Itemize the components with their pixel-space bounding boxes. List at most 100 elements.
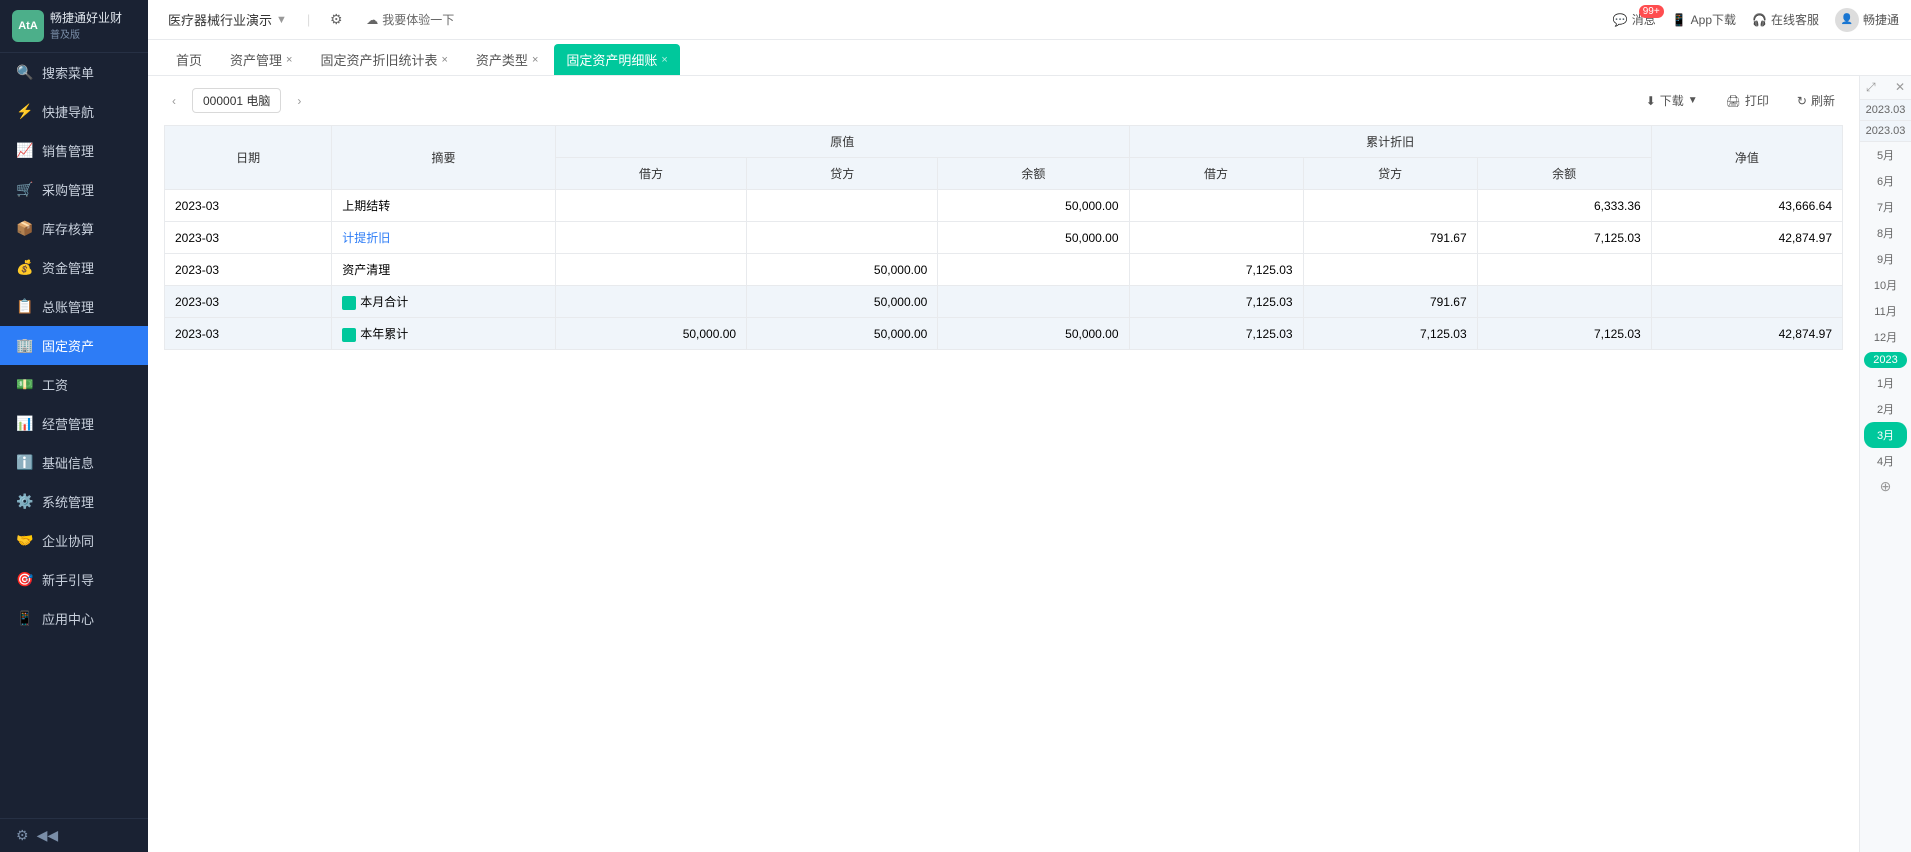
cell-orig-credit: 50,000.00 <box>747 286 938 318</box>
collapse-icon[interactable]: ◀◀ <box>37 827 59 844</box>
tab-asset-detail[interactable]: 固定资产明细账 × <box>554 44 679 75</box>
table-row: 2023-03 本年累计 50,000.00 50,000.00 50,000.… <box>165 318 1843 350</box>
tab-close-asset-type[interactable]: × <box>532 54 538 66</box>
tab-close-depreciation[interactable]: × <box>441 54 447 66</box>
tab-close-asset-detail[interactable]: × <box>661 54 667 66</box>
tab-depreciation[interactable]: 固定资产折旧统计表 × <box>308 44 459 75</box>
timeline-month-9[interactable]: 9月 <box>1860 246 1911 272</box>
cell-orig-debit <box>555 190 746 222</box>
panel-expand-icon[interactable]: ⤢ <box>1866 80 1876 95</box>
sidebar-item-ops[interactable]: 📊 经营管理 <box>0 404 148 443</box>
cart-icon: 🛒 <box>16 181 34 199</box>
sidebar-item-basic[interactable]: ℹ️ 基础信息 <box>0 443 148 482</box>
timeline-month-6[interactable]: 6月 <box>1860 168 1911 194</box>
cell-summary: 计提折旧 <box>332 222 556 254</box>
timeline-month-4[interactable]: 4月 <box>1860 448 1911 474</box>
cell-orig-credit <box>747 222 938 254</box>
tab-close-asset-mgmt[interactable]: × <box>286 54 292 66</box>
sidebar-item-apps[interactable]: 📱 应用中心 <box>0 599 148 638</box>
timeline-month-8[interactable]: 8月 <box>1860 220 1911 246</box>
topbar-right: 💬 消息 99+ 📱 App下载 🎧 在线客服 👤 畅捷通 <box>1613 8 1899 32</box>
handshake-icon: 🤝 <box>16 532 34 550</box>
search-icon: 🔍 <box>16 64 34 82</box>
print-button[interactable]: 🖨 打印 <box>1718 88 1777 113</box>
timeline-header2: 2023.03 <box>1860 121 1911 142</box>
cell-accum-balance: 6,333.36 <box>1477 190 1651 222</box>
company-selector[interactable]: 医疗器械行业演示 ▼ <box>160 6 295 33</box>
sidebar-item-inventory[interactable]: 📦 库存核算 <box>0 209 148 248</box>
next-asset-button[interactable]: › <box>289 91 309 111</box>
timeline-month-1[interactable]: 1月 <box>1860 370 1911 396</box>
timeline-month-10[interactable]: 10月 <box>1860 272 1911 298</box>
cell-accum-balance: 7,125.03 <box>1477 318 1651 350</box>
messages-button[interactable]: 💬 消息 99+ <box>1613 11 1656 28</box>
prev-asset-button[interactable]: ‹ <box>164 91 184 111</box>
sidebar-item-payroll[interactable]: 💵 工资 <box>0 365 148 404</box>
cell-accum-balance <box>1477 254 1651 286</box>
ledger-icon: 📋 <box>16 298 34 316</box>
sidebar-item-search[interactable]: 🔍 搜索菜单 <box>0 53 148 92</box>
building-icon: 🏢 <box>16 337 34 355</box>
sidebar-item-finance[interactable]: 💰 资金管理 <box>0 248 148 287</box>
cell-accum-credit <box>1303 190 1477 222</box>
cell-date: 2023-03 <box>165 190 332 222</box>
download-button[interactable]: ⬇ 下载 ▼ <box>1638 88 1706 113</box>
sidebar-item-sales[interactable]: 📈 销售管理 <box>0 131 148 170</box>
sidebar-logo: AtA 畅捷通好业财 普及版 <box>0 0 148 53</box>
th-accum-debit: 借方 <box>1129 158 1303 190</box>
cell-accum-credit: 7,125.03 <box>1303 318 1477 350</box>
timeline-month-2[interactable]: 2月 <box>1860 396 1911 422</box>
cell-summary: 上期结转 <box>332 190 556 222</box>
tabs-bar: 首页 资产管理 × 固定资产折旧统计表 × 资产类型 × 固定资产明细账 × <box>148 40 1911 76</box>
summary-link[interactable]: 计提折旧 <box>342 231 390 245</box>
table-row: 2023-03 上期结转 50,000.00 6,333.36 43,666.6… <box>165 190 1843 222</box>
panel-close-icon[interactable]: ✕ <box>1895 80 1905 95</box>
sidebar-item-system[interactable]: ⚙️ 系统管理 <box>0 482 148 521</box>
table-row: 2023-03 计提折旧 50,000.00 791.67 7,125.03 4… <box>165 222 1843 254</box>
th-orig-balance: 余额 <box>938 158 1129 190</box>
tab-asset-mgmt[interactable]: 资产管理 × <box>218 44 304 75</box>
online-support-button[interactable]: 🎧 在线客服 <box>1752 11 1819 28</box>
sidebar-item-guide[interactable]: 🎯 新手引导 <box>0 560 148 599</box>
tab-home[interactable]: 首页 <box>164 44 214 75</box>
asset-code-name[interactable]: 000001 电脑 <box>192 88 281 113</box>
cell-accum-debit: 7,125.03 <box>1129 254 1303 286</box>
logo-text: 畅捷通好业财 普及版 <box>50 11 122 42</box>
cell-orig-debit <box>555 286 746 318</box>
cell-orig-debit <box>555 254 746 286</box>
sidebar-item-enterprise[interactable]: 🤝 企业协同 <box>0 521 148 560</box>
cell-date: 2023-03 <box>165 318 332 350</box>
cell-net-value: 42,874.97 <box>1651 318 1842 350</box>
cell-accum-debit <box>1129 190 1303 222</box>
timeline-month-5[interactable]: 5月 <box>1860 142 1911 168</box>
sidebar-item-fixed-assets[interactable]: 🏢 固定资产 <box>0 326 148 365</box>
timeline-month-11[interactable]: 11月 <box>1860 298 1911 324</box>
sidebar-item-purchase[interactable]: 🛒 采购管理 <box>0 170 148 209</box>
app-download-button[interactable]: 📱 App下载 <box>1672 11 1736 28</box>
logo-icon: AtA <box>12 10 44 42</box>
cell-accum-debit: 7,125.03 <box>1129 286 1303 318</box>
experience-button[interactable]: ☁ 我要体验一下 <box>366 11 454 28</box>
sidebar-item-ledger[interactable]: 📋 总账管理 <box>0 287 148 326</box>
avatar: 👤 <box>1835 8 1859 32</box>
timeline-scroll-down-icon[interactable]: ⊕ <box>1880 478 1892 495</box>
settings-button[interactable]: ⚙ <box>322 6 350 34</box>
sidebar: AtA 畅捷通好业财 普及版 🔍 搜索菜单 ⚡ 快捷导航 📈 销售管理 🛒 采购… <box>0 0 148 852</box>
asset-detail-table: 日期 摘要 原值 累计折旧 净值 借方 贷方 余额 借方 贷方 余额 <box>164 125 1843 350</box>
info-icon: ℹ️ <box>16 454 34 472</box>
tab-asset-type[interactable]: 资产类型 × <box>464 44 550 75</box>
timeline-month-12[interactable]: 12月 <box>1860 324 1911 350</box>
topbar: 医疗器械行业演示 ▼ | ⚙ ☁ 我要体验一下 💬 消息 99+ 📱 App下载… <box>148 0 1911 40</box>
sidebar-item-quick-nav[interactable]: ⚡ 快捷导航 <box>0 92 148 131</box>
message-icon: 💬 <box>1613 13 1628 27</box>
settings-bottom-icon[interactable]: ⚙ <box>16 827 29 844</box>
refresh-button[interactable]: ↻ 刷新 <box>1789 88 1843 113</box>
timeline-year-badge[interactable]: 2023 <box>1864 352 1907 368</box>
th-accumulated: 累计折旧 <box>1129 126 1651 158</box>
timeline-month-3[interactable]: 3月 <box>1864 422 1907 448</box>
user-menu[interactable]: 👤 畅捷通 <box>1835 8 1899 32</box>
cell-orig-balance: 50,000.00 <box>938 222 1129 254</box>
messages-badge: 99+ <box>1639 5 1664 18</box>
timeline-month-7[interactable]: 7月 <box>1860 194 1911 220</box>
main-content: ‹ 000001 电脑 › ⬇ 下载 ▼ 🖨 打印 ↻ <box>148 76 1859 852</box>
